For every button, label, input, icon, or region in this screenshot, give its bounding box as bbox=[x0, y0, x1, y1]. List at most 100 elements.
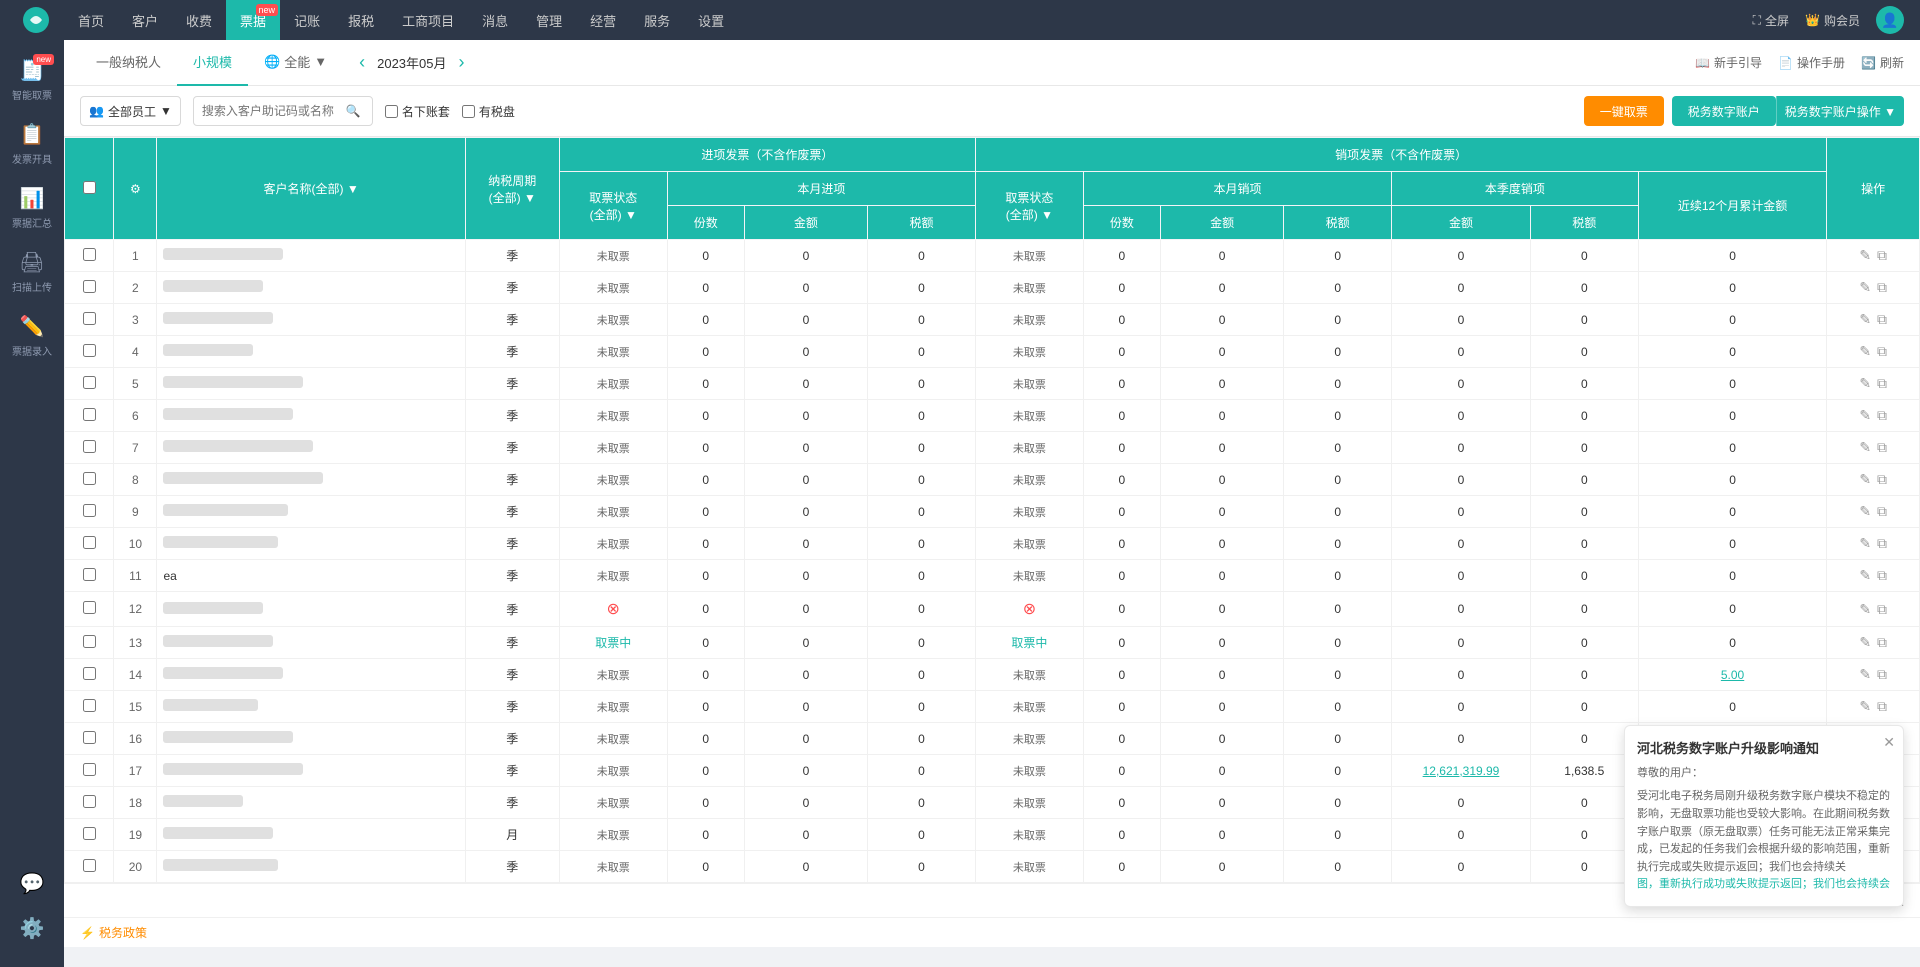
sidebar-item-gear[interactable]: ⚙️ bbox=[0, 906, 64, 951]
tax-policy-link[interactable]: ⚡ 税务政策 bbox=[80, 924, 1904, 941]
edit-icon[interactable]: ✎ bbox=[1859, 375, 1871, 392]
row-checkbox[interactable] bbox=[83, 472, 96, 485]
nav-home[interactable]: 首页 bbox=[64, 0, 118, 40]
row-checkbox[interactable] bbox=[83, 440, 96, 453]
nav-operation[interactable]: 经营 bbox=[576, 0, 630, 40]
logo[interactable] bbox=[16, 0, 56, 40]
row-checkbox[interactable] bbox=[83, 344, 96, 357]
nav-fee[interactable]: 收费 bbox=[172, 0, 226, 40]
notification-more-link[interactable]: 图，重新执行成功或失败提示返回；我们也会持续会 bbox=[1637, 878, 1890, 890]
copy-icon[interactable]: ⧉ bbox=[1877, 343, 1887, 360]
tax-digital-account-dropdown-btn[interactable]: 税务数字账户操作 ▼ bbox=[1776, 96, 1904, 126]
in-fetch-status-cell: 未取票 bbox=[559, 400, 667, 432]
row-checkbox[interactable] bbox=[83, 376, 96, 389]
row-checkbox[interactable] bbox=[83, 536, 96, 549]
row-checkbox[interactable] bbox=[83, 504, 96, 517]
copy-icon[interactable]: ⧉ bbox=[1877, 279, 1887, 296]
my-accounts-checkbox[interactable]: 名下账套 bbox=[385, 103, 450, 120]
nav-client[interactable]: 客户 bbox=[118, 0, 172, 40]
copy-icon[interactable]: ⧉ bbox=[1877, 698, 1887, 715]
manual-btn[interactable]: 📄 操作手册 bbox=[1778, 54, 1845, 71]
next-month-btn[interactable]: › bbox=[459, 52, 465, 73]
out-status-text: 未取票 bbox=[1013, 734, 1046, 746]
edit-icon[interactable]: ✎ bbox=[1859, 634, 1871, 651]
sidebar-item-invoice-entry[interactable]: ✏️ 票据录入 bbox=[0, 304, 64, 368]
refresh-btn[interactable]: 🔄 刷新 bbox=[1861, 54, 1904, 71]
row-checkbox[interactable] bbox=[83, 312, 96, 325]
guide-btn[interactable]: 📖 新手引导 bbox=[1695, 54, 1762, 71]
notification-close-btn[interactable]: ✕ bbox=[1883, 734, 1895, 751]
copy-icon[interactable]: ⧉ bbox=[1877, 311, 1887, 328]
edit-icon[interactable]: ✎ bbox=[1859, 666, 1871, 683]
has-taxdisk-checkbox[interactable]: 有税盘 bbox=[462, 103, 515, 120]
row-checkbox[interactable] bbox=[83, 280, 96, 293]
one-click-fetch-btn[interactable]: 一键取票 bbox=[1584, 96, 1664, 126]
copy-icon[interactable]: ⧉ bbox=[1877, 471, 1887, 488]
nav-manage[interactable]: 管理 bbox=[522, 0, 576, 40]
row-checkbox[interactable] bbox=[83, 601, 96, 614]
nav-message[interactable]: 消息 bbox=[468, 0, 522, 40]
copy-icon[interactable]: ⧉ bbox=[1877, 407, 1887, 424]
fullscreen-btn[interactable]: ⛶ 全屏 bbox=[1753, 12, 1789, 29]
nav-settings[interactable]: 设置 bbox=[684, 0, 738, 40]
copy-icon[interactable]: ⧉ bbox=[1877, 247, 1887, 264]
copy-icon[interactable]: ⧉ bbox=[1877, 601, 1887, 618]
row-checkbox[interactable] bbox=[83, 795, 96, 808]
copy-icon[interactable]: ⧉ bbox=[1877, 439, 1887, 456]
copy-icon[interactable]: ⧉ bbox=[1877, 535, 1887, 552]
settings-icon[interactable]: ⚙ bbox=[130, 182, 141, 196]
edit-icon[interactable]: ✎ bbox=[1859, 471, 1871, 488]
row-checkbox[interactable] bbox=[83, 635, 96, 648]
edit-icon[interactable]: ✎ bbox=[1859, 439, 1871, 456]
edit-icon[interactable]: ✎ bbox=[1859, 503, 1871, 520]
in-current-month-header: 本月进项 bbox=[667, 172, 975, 206]
nav-accounting[interactable]: 记账 bbox=[280, 0, 334, 40]
tax-digital-account-btn[interactable]: 税务数字账户 bbox=[1672, 96, 1776, 126]
edit-icon[interactable]: ✎ bbox=[1859, 567, 1871, 584]
edit-icon[interactable]: ✎ bbox=[1859, 279, 1871, 296]
select-all-checkbox[interactable] bbox=[83, 181, 96, 194]
sidebar-item-invoice-summary[interactable]: 📊 票据汇总 bbox=[0, 176, 64, 240]
copy-icon[interactable]: ⧉ bbox=[1877, 503, 1887, 520]
search-icon[interactable]: 🔍 bbox=[346, 104, 361, 118]
row-checkbox[interactable] bbox=[83, 667, 96, 680]
copy-icon[interactable]: ⧉ bbox=[1877, 634, 1887, 651]
out-status-text: 未取票 bbox=[1013, 539, 1046, 551]
row-checkbox[interactable] bbox=[83, 731, 96, 744]
edit-icon[interactable]: ✎ bbox=[1859, 247, 1871, 264]
edit-icon[interactable]: ✎ bbox=[1859, 343, 1871, 360]
row-checkbox[interactable] bbox=[83, 408, 96, 421]
edit-icon[interactable]: ✎ bbox=[1859, 535, 1871, 552]
user-avatar[interactable]: 👤 bbox=[1876, 6, 1904, 34]
edit-icon[interactable]: ✎ bbox=[1859, 601, 1871, 618]
row-checkbox[interactable] bbox=[83, 699, 96, 712]
row-checkbox[interactable] bbox=[83, 859, 96, 872]
out-status-text: 未取票 bbox=[1013, 766, 1046, 778]
row-checkbox[interactable] bbox=[83, 248, 96, 261]
tab-all[interactable]: 🌐 全能 ▼ bbox=[248, 40, 343, 86]
tab-small-scale[interactable]: 小规模 bbox=[177, 40, 248, 86]
search-input[interactable] bbox=[202, 104, 342, 118]
copy-icon[interactable]: ⧉ bbox=[1877, 567, 1887, 584]
edit-icon[interactable]: ✎ bbox=[1859, 407, 1871, 424]
nav-business[interactable]: 工商项目 bbox=[388, 0, 468, 40]
nav-service[interactable]: 服务 bbox=[630, 0, 684, 40]
edit-icon[interactable]: ✎ bbox=[1859, 698, 1871, 715]
sidebar-item-scan-upload[interactable]: 🖨 扫描上传 bbox=[0, 240, 64, 304]
row-checkbox[interactable] bbox=[83, 568, 96, 581]
copy-icon[interactable]: ⧉ bbox=[1877, 375, 1887, 392]
prev-month-btn[interactable]: ‹ bbox=[359, 52, 365, 73]
sidebar-item-smart-ticket[interactable]: 🧾 智能取票 new bbox=[0, 48, 64, 112]
sidebar-item-chat[interactable]: 💬 bbox=[0, 861, 64, 906]
edit-icon[interactable]: ✎ bbox=[1859, 311, 1871, 328]
copy-icon[interactable]: ⧉ bbox=[1877, 666, 1887, 683]
nav-tax[interactable]: 报税 bbox=[334, 0, 388, 40]
staff-filter[interactable]: 👥 全部员工 ▼ bbox=[80, 96, 181, 126]
sidebar-item-invoice-open[interactable]: 📋 发票开具 bbox=[0, 112, 64, 176]
row-checkbox[interactable] bbox=[83, 827, 96, 840]
row-checkbox[interactable] bbox=[83, 763, 96, 776]
tab-general-taxpayer[interactable]: 一般纳税人 bbox=[80, 40, 177, 86]
inCount-cell: 0 bbox=[667, 723, 744, 755]
vip-btn[interactable]: 👑 购会员 bbox=[1805, 12, 1860, 29]
nav-invoice[interactable]: 票据 new bbox=[226, 0, 280, 40]
